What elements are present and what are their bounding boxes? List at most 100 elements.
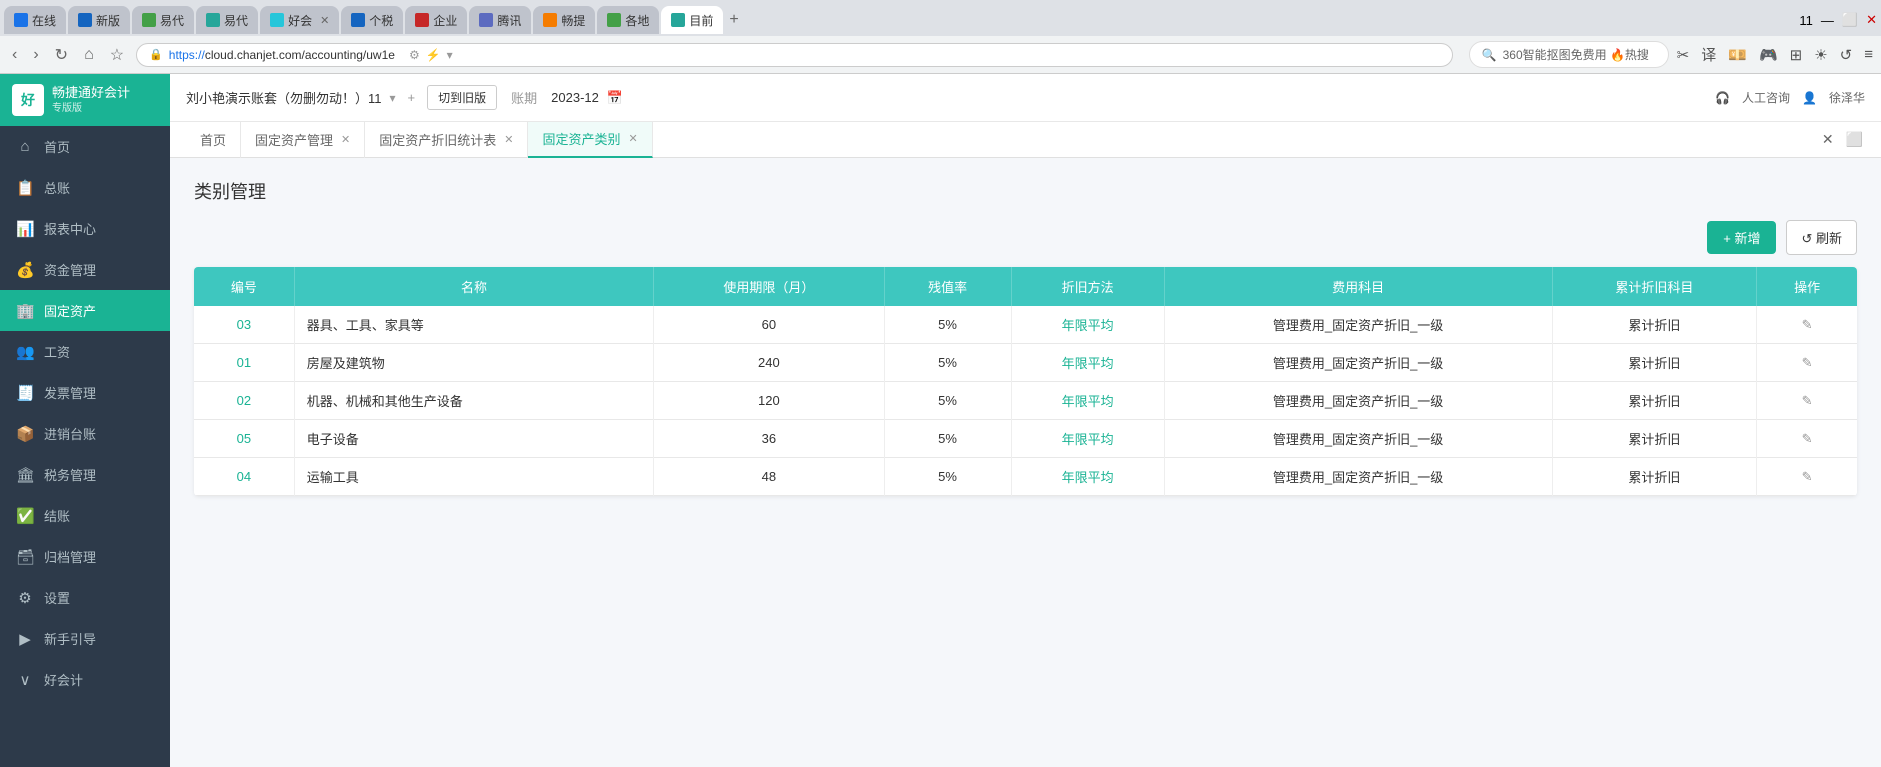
cell-action[interactable]: ✎ (1757, 420, 1857, 458)
tab-close-fixed-asset-mgmt[interactable]: ✕ (341, 133, 350, 146)
service-label[interactable]: 人工咨询 (1742, 89, 1790, 106)
sidebar-item-label: 固定资产 (44, 301, 96, 320)
browser-tab-8[interactable]: 腾讯 (469, 6, 531, 34)
home-button[interactable]: ⌂ (80, 44, 98, 66)
tab-label: 易代 (160, 12, 184, 29)
cell-expense: 管理费用_固定资产折旧_一级 (1164, 306, 1552, 344)
tab-fixed-asset-dep[interactable]: 固定资产折旧统计表 ✕ (365, 122, 528, 158)
cell-period: 120 (654, 382, 884, 420)
cell-period: 48 (654, 458, 884, 496)
header-right: 🎧 人工咨询 👤 徐泽华 (1715, 89, 1865, 106)
reload-button[interactable]: ↻ (51, 43, 72, 67)
maximize-content-button[interactable]: ⬜ (1844, 129, 1865, 150)
cell-code: 02 (194, 382, 294, 420)
sidebar-item-ledger[interactable]: 📋 总账 (0, 167, 170, 208)
browser-tab-9[interactable]: 畅提 (533, 6, 595, 34)
sidebar-item-payroll[interactable]: 👥 工资 (0, 331, 170, 372)
sidebar-item-fixed-assets[interactable]: 🏢 固定资产 (0, 290, 170, 331)
close-browser-button[interactable]: ✕ (1866, 12, 1877, 28)
expand-address-icon[interactable]: ⚡ (426, 48, 441, 62)
browser-tab-4[interactable]: 易代 (196, 6, 258, 34)
cell-action[interactable]: ✎ (1757, 306, 1857, 344)
history-icon[interactable]: ↺ (1840, 46, 1853, 64)
collapse-button[interactable]: ✕ (1820, 129, 1836, 150)
sidebar-item-label: 首页 (44, 137, 70, 156)
sidebar-item-settings[interactable]: ⚙ 设置 (0, 577, 170, 618)
forward-button[interactable]: › (29, 44, 42, 66)
sidebar-item-stock[interactable]: 📦 进销台账 (0, 413, 170, 454)
sidebar-item-label: 税务管理 (44, 465, 96, 484)
tab-fixed-asset-category-label: 固定资产类别 (542, 129, 620, 148)
tab-fixed-asset-mgmt[interactable]: 固定资产管理 ✕ (241, 122, 365, 158)
sidebar-item-guide[interactable]: ▶ 新手引导 (0, 618, 170, 659)
sidebar-item-label: 发票管理 (44, 383, 96, 402)
header-name: 名称 (294, 267, 653, 306)
cell-method: 年限平均 (1011, 458, 1164, 496)
tab-label: 个税 (369, 12, 393, 29)
scissors-icon[interactable]: ✂ (1677, 46, 1690, 64)
cell-residual: 5% (884, 420, 1011, 458)
dropdown-icon[interactable]: ▾ (390, 91, 396, 105)
calendar-icon[interactable]: 📅 (607, 90, 623, 106)
tab-fixed-asset-category[interactable]: 固定资产类别 ✕ (528, 122, 652, 158)
back-button[interactable]: ‹ (8, 44, 21, 66)
browser-tab-5[interactable]: 好会 ✕ (260, 6, 339, 34)
sidebar-item-reports[interactable]: 📊 报表中心 (0, 208, 170, 249)
new-tab-button[interactable]: + (725, 9, 742, 31)
cell-expense: 管理费用_固定资产折旧_一级 (1164, 420, 1552, 458)
menu-icon[interactable]: ≡ (1864, 46, 1873, 63)
tab-fixed-asset-dep-label: 固定资产折旧统计表 (379, 130, 496, 149)
sidebar-item-invoice[interactable]: 🧾 发票管理 (0, 372, 170, 413)
browser-tab-11[interactable]: 目前 (661, 6, 723, 34)
tab-home[interactable]: 首页 (186, 122, 241, 158)
funds-icon: 💰 (16, 261, 34, 279)
tab-close-icon[interactable]: ✕ (320, 14, 329, 27)
browser-tab-3[interactable]: 易代 (132, 6, 194, 34)
reports-icon: 📊 (16, 220, 34, 238)
translate-icon[interactable]: 译 (1701, 44, 1716, 65)
tab-close-fixed-asset-dep[interactable]: ✕ (504, 133, 513, 146)
sidebar-item-home[interactable]: ⌂ 首页 (0, 126, 170, 167)
grid-icon[interactable]: ⊞ (1790, 46, 1803, 64)
bookmark-button[interactable]: ☆ (106, 43, 128, 67)
refresh-button[interactable]: ↺ 刷新 (1786, 220, 1857, 255)
maximize-button[interactable]: ⬜ (1842, 12, 1858, 28)
cell-accumulated: 累计折旧 (1552, 344, 1757, 382)
browser-tab-2[interactable]: 新版 (68, 6, 130, 34)
sidebar-item-tax[interactable]: 🏛 税务管理 (0, 454, 170, 495)
sidebar-item-checkout[interactable]: ✅ 结账 (0, 495, 170, 536)
table-row: 02 机器、机械和其他生产设备 120 5% 年限平均 管理费用_固定资产折旧_… (194, 382, 1857, 420)
sidebar-item-more[interactable]: ∨ 好会计 (0, 659, 170, 700)
table-row: 05 电子设备 36 5% 年限平均 管理费用_固定资产折旧_一级 累计折旧 ✎ (194, 420, 1857, 458)
user-avatar-icon: 👤 (1802, 91, 1817, 105)
browser-tab-10[interactable]: 各地 (597, 6, 659, 34)
app-container: 好 畅捷通好会计 专版版 ⌂ 首页 📋 总账 📊 报表中心 💰 资金管理 (0, 74, 1881, 767)
add-button[interactable]: + 新增 (1707, 221, 1776, 254)
cell-action[interactable]: ✎ (1757, 344, 1857, 382)
browser-tab-7[interactable]: 企业 (405, 6, 467, 34)
settings-icon[interactable]: ☀ (1814, 46, 1827, 64)
tax-icon: 🏛 (16, 466, 34, 484)
browser-tab-1[interactable]: 在线 (4, 6, 66, 34)
game-icon[interactable]: 🎮 (1759, 46, 1778, 64)
address-input[interactable]: 🔒 https://cloud.chanjet.com/accounting/u… (136, 43, 1453, 67)
cell-code: 04 (194, 458, 294, 496)
switch-version-button[interactable]: 切到旧版 (427, 85, 497, 110)
wallet-icon[interactable]: 💴 (1728, 46, 1747, 64)
tab-close-fixed-asset-category[interactable]: ✕ (629, 132, 638, 145)
site-settings-icon[interactable]: ⚙ (409, 48, 420, 62)
minimize-button[interactable]: — (1821, 13, 1834, 28)
chevron-down-icon[interactable]: ▾ (447, 48, 453, 62)
restore-button[interactable]: 11 (1799, 13, 1813, 28)
sidebar-logo: 好 畅捷通好会计 专版版 (0, 74, 170, 126)
add-account-icon[interactable]: + (408, 90, 416, 105)
cell-action[interactable]: ✎ (1757, 382, 1857, 420)
tab-home-label: 首页 (200, 130, 226, 149)
sidebar-item-funds[interactable]: 💰 资金管理 (0, 249, 170, 290)
search-bar[interactable]: 🔍 360智能抠图免费用 🔥热搜 (1469, 41, 1669, 68)
tab-favicon (351, 13, 365, 27)
tab-favicon (415, 13, 429, 27)
cell-action[interactable]: ✎ (1757, 458, 1857, 496)
browser-tab-6[interactable]: 个税 (341, 6, 403, 34)
sidebar-item-archive[interactable]: 🗃 归档管理 (0, 536, 170, 577)
